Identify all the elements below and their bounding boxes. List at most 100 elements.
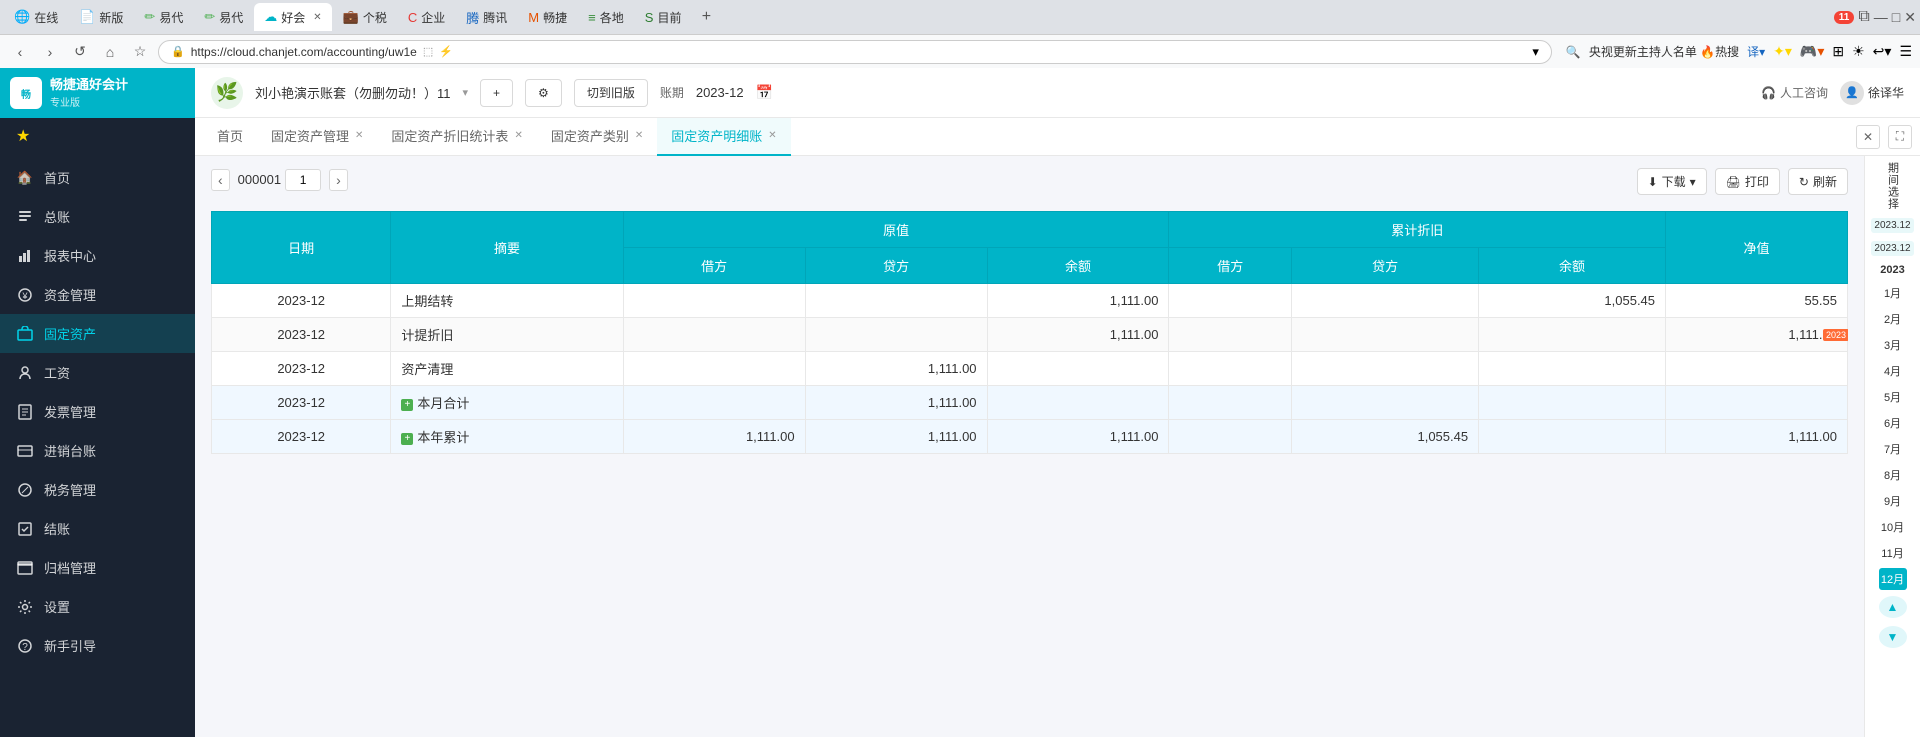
menu-icon[interactable]: ☰ — [1899, 43, 1912, 60]
sidebar-item-tax[interactable]: 税务管理 — [0, 470, 195, 509]
sidebar-item-reports[interactable]: 报表中心 — [0, 236, 195, 275]
user-profile[interactable]: 👤 徐译华 — [1840, 81, 1904, 105]
sidebar-item-closing[interactable]: 结账 — [0, 509, 195, 548]
switch-version-button[interactable]: 切到旧版 — [574, 79, 648, 107]
sidebar: 畅 畅捷通好会计 专业版 ★ 🏠 首页 总账 — [0, 68, 195, 737]
col-net-value: 净值 — [1666, 212, 1848, 284]
game-icon[interactable]: 🎮▾ — [1800, 43, 1824, 60]
browser-tab-geshui[interactable]: 💼 个税 — [333, 3, 397, 31]
browser-tab-yidai2[interactable]: ✏ 易代 — [194, 3, 253, 31]
settings-button[interactable]: ⚙ — [525, 79, 562, 107]
browser-tab-new[interactable]: 📄 新版 — [69, 3, 133, 31]
reload-button[interactable]: ↺ — [68, 40, 92, 64]
col-date: 日期 — [212, 212, 391, 284]
next-record-button[interactable]: › — [329, 169, 348, 191]
browser-tab-yidai1[interactable]: ✏ 易代 — [134, 3, 193, 31]
cell-credit-accum — [1292, 352, 1479, 386]
table-row: 2023-12 计提折旧 1,111.00 1,111.00 — [212, 318, 1848, 352]
page-input[interactable] — [285, 169, 321, 191]
sidebar-item-fixed-assets[interactable]: 固定资产 — [0, 314, 195, 353]
maximize-tab-button[interactable]: ⛶ — [1888, 125, 1912, 149]
sidebar-item-general-ledger[interactable]: 总账 — [0, 197, 195, 236]
account-selector[interactable]: ▾ — [463, 86, 469, 99]
month-1[interactable]: 1月 — [1879, 282, 1907, 304]
sidebar-item-label: 进销台账 — [44, 441, 96, 460]
refresh-icon: ↻ — [1799, 175, 1809, 189]
sidebar-item-settings[interactable]: 设置 — [0, 587, 195, 626]
month-2[interactable]: 2月 — [1879, 308, 1907, 330]
browser-tab-qiye[interactable]: C 企业 — [398, 3, 455, 31]
table-row: 2023-12 上期结转 1,111.00 1,055.45 55.55 — [212, 284, 1848, 318]
month-3[interactable]: 3月 — [1879, 334, 1907, 356]
sidebar-item-purchase-sales[interactable]: 进销台账 — [0, 431, 195, 470]
browser-tab-online[interactable]: 🌐 在线 — [4, 3, 68, 31]
payroll-icon — [16, 364, 34, 382]
month-9[interactable]: 9月 — [1879, 490, 1907, 512]
close-tab-button[interactable]: ✕ — [1856, 125, 1880, 149]
home-button[interactable]: ⌂ — [98, 40, 122, 64]
add-account-button[interactable]: + — [480, 79, 513, 107]
sidebar-item-guide[interactable]: ? 新手引导 — [0, 626, 195, 665]
download-button[interactable]: ⬇ 下载 ▾ — [1637, 168, 1707, 195]
sidebar-item-payroll[interactable]: 工资 — [0, 353, 195, 392]
address-bar[interactable]: 🔒 https://cloud.chanjet.com/accounting/u… — [158, 40, 1552, 64]
tab-fixed-asset-mgmt[interactable]: 固定资产管理 ✕ — [257, 118, 377, 156]
calendar-icon[interactable]: 📅 — [756, 84, 773, 101]
month-10[interactable]: 10月 — [1879, 516, 1907, 538]
tab-close-icon[interactable]: ✕ — [355, 130, 363, 141]
tab-close-icon[interactable]: ✕ — [768, 130, 776, 141]
tab-asset-category[interactable]: 固定资产类别 ✕ — [537, 118, 657, 156]
undo-icon[interactable]: ↩▾ — [1873, 43, 1892, 60]
scroll-up-icon[interactable]: ▲ — [1879, 596, 1907, 618]
scroll-down-icon[interactable]: ▼ — [1879, 626, 1907, 648]
browser-tab-active[interactable]: ☁ 好会 ✕ — [254, 3, 331, 31]
refresh-button[interactable]: ↻ 刷新 — [1788, 168, 1848, 195]
tab-label: 固定资产明细账 — [671, 126, 762, 145]
customer-service-button[interactable]: 🎧 人工咨询 — [1761, 84, 1828, 101]
sidebar-item-invoice[interactable]: 发票管理 — [0, 392, 195, 431]
grid-icon[interactable]: ⊞ — [1832, 43, 1844, 60]
sidebar-favorites[interactable]: ★ — [0, 118, 195, 154]
tab-close-icon[interactable]: ✕ — [313, 12, 321, 23]
month-7[interactable]: 7月 — [1879, 438, 1907, 460]
sidebar-menu: 🏠 首页 总账 报表中心 ¥ 资金管理 — [0, 154, 195, 737]
col-debit-accum: 借方 — [1169, 248, 1292, 284]
cell-balance-accum — [1479, 386, 1666, 420]
tab-close-icon[interactable]: ✕ — [514, 130, 522, 141]
cell-summary: +本月合计 — [391, 386, 623, 420]
sidebar-item-home[interactable]: 🏠 首页 — [0, 158, 195, 197]
sidebar-item-archive[interactable]: 归档管理 — [0, 548, 195, 587]
month-6[interactable]: 6月 — [1879, 412, 1907, 434]
star-reward-icon[interactable]: ✦▾ — [1773, 43, 1792, 60]
fixed-asset-ledger-table: 日期 摘要 原值 累计折旧 净值 借方 贷方 余额 借方 — [211, 211, 1848, 454]
tab-close-icon[interactable]: ✕ — [635, 130, 643, 141]
print-button[interactable]: 🖨 打印 — [1715, 168, 1780, 195]
month-12[interactable]: 12月 — [1879, 568, 1907, 590]
tab-asset-detail[interactable]: 固定资产明细账 ✕ — [657, 118, 790, 156]
dropdown-icon[interactable]: ▾ — [1532, 44, 1539, 60]
tab-depreciation-stats[interactable]: 固定资产折旧统计表 ✕ — [377, 118, 536, 156]
translate-icon[interactable]: 译▾ — [1747, 43, 1765, 60]
month-8[interactable]: 8月 — [1879, 464, 1907, 486]
svg-text:?: ? — [22, 642, 28, 653]
new-tab-button[interactable]: + — [692, 3, 720, 31]
back-button[interactable]: ‹ — [8, 40, 32, 64]
month-4[interactable]: 4月 — [1879, 360, 1907, 382]
browser-tab-gedi[interactable]: ≡ 各地 — [578, 3, 634, 31]
bookmark-button[interactable]: ☆ — [128, 40, 152, 64]
refresh-label: 刷新 — [1813, 173, 1837, 190]
tab-nav-right: ✕ ⛶ — [1856, 125, 1912, 149]
month-11[interactable]: 11月 — [1879, 542, 1907, 564]
brightness-icon[interactable]: ☀ — [1852, 43, 1865, 60]
month-5[interactable]: 5月 — [1879, 386, 1907, 408]
tax-icon — [16, 481, 34, 499]
browser-tab-muqian[interactable]: S 目前 — [635, 3, 692, 31]
tab-home[interactable]: 首页 — [203, 118, 257, 156]
tab-label: 固定资产折旧统计表 — [391, 126, 508, 145]
forward-button[interactable]: › — [38, 40, 62, 64]
sidebar-item-funds[interactable]: ¥ 资金管理 — [0, 275, 195, 314]
prev-record-button[interactable]: ‹ — [211, 169, 230, 191]
browser-tab-tengxun[interactable]: 腾 腾讯 — [456, 3, 517, 31]
tab-label: 目前 — [657, 9, 681, 26]
browser-tab-changjie[interactable]: M 畅捷 — [518, 3, 577, 31]
